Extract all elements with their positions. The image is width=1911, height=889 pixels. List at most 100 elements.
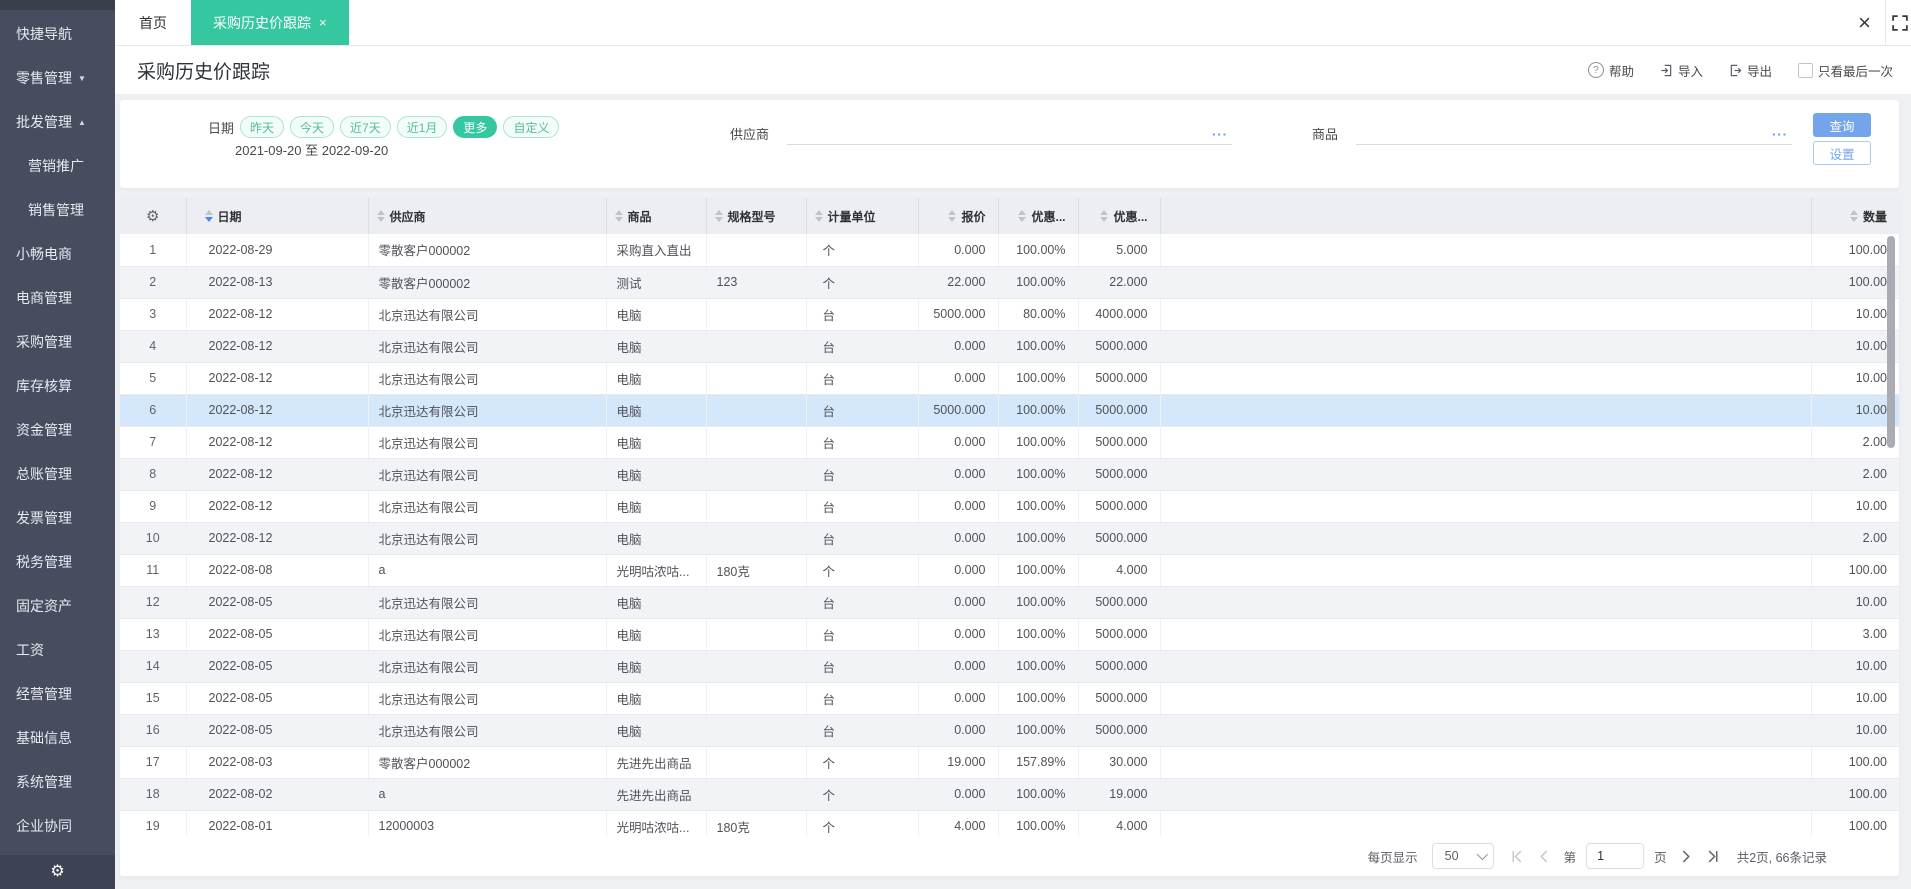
vertical-scrollbar[interactable] (1887, 236, 1895, 448)
first-page-button[interactable] (1508, 847, 1526, 865)
column-header-product[interactable]: 商品 (628, 208, 652, 225)
sidebar-item-7[interactable]: 电商管理 (0, 276, 115, 320)
column-header-spec[interactable]: 规格型号 (728, 208, 776, 225)
table-row[interactable]: 2 2022-08-13 零散客户000002 测试 123 个 22.000 100.00%… (120, 266, 1899, 299)
table-row[interactable]: 4 2022-08-12 北京迅达有限公司 电脑 台 0.000 100.00% 5000.0… (120, 330, 1899, 363)
product-cell: 电脑 (606, 394, 707, 427)
tab-home[interactable]: 首页 (115, 0, 191, 45)
price-cell: 0.000 (918, 490, 999, 523)
date-quick-1month[interactable]: 近1月 (396, 116, 448, 138)
date-cell: 2022-08-02 (186, 778, 369, 811)
price-cell: 0.000 (918, 618, 999, 651)
product-cell: 电脑 (606, 298, 707, 331)
table-row[interactable]: 16 2022-08-05 北京迅达有限公司 电脑 台 0.000 100.00% 5000.… (120, 714, 1899, 747)
table-row[interactable]: 5 2022-08-12 北京迅达有限公司 电脑 台 0.000 100.00% 5000.0… (120, 362, 1899, 395)
sidebar-item-6[interactable]: 小畅电商 (0, 232, 115, 276)
sidebar-item-2[interactable]: 零售管理 ▼ (0, 56, 115, 100)
sidebar-item-10[interactable]: 资金管理 (0, 408, 115, 452)
discount-price-cell: 5000.000 (1078, 618, 1161, 651)
product-picker-icon[interactable]: ··· (1772, 128, 1792, 144)
sort-icon[interactable] (948, 210, 957, 222)
sidebar-item-17[interactable]: 基础信息 (0, 716, 115, 760)
sort-icon[interactable] (614, 210, 623, 222)
table-row[interactable]: 6 2022-08-12 北京迅达有限公司 电脑台 5000.000 100.00% 500… (120, 394, 1899, 427)
sort-icon[interactable] (376, 210, 385, 222)
sort-icon[interactable] (714, 210, 723, 222)
date-quick-yesterday[interactable]: 昨天 (240, 116, 285, 138)
tab-close-icon[interactable]: × (319, 15, 327, 30)
sidebar-item-12[interactable]: 发票管理 (0, 496, 115, 540)
sidebar-item-5[interactable]: 销售管理 (0, 188, 115, 232)
only-last-checkbox[interactable] (1797, 62, 1813, 78)
column-header-date[interactable]: 日期 (218, 208, 242, 225)
column-header-price[interactable]: 报价 (961, 208, 985, 225)
tab-purchase-history[interactable]: 采购历史价跟踪 × (191, 0, 349, 45)
sidebar-item-1[interactable]: 快捷导航 (0, 12, 115, 56)
product-input[interactable]: ··· (1356, 122, 1793, 145)
column-header-qty[interactable]: 数量 (1863, 208, 1887, 225)
sidebar-item-9[interactable]: 库存核算 (0, 364, 115, 408)
sort-icon[interactable] (1018, 210, 1027, 222)
page-number-input[interactable] (1586, 843, 1645, 869)
table-row[interactable]: 7 2022-08-12 北京迅达有限公司 电脑 台 0.000 100.00% 5000.0… (120, 426, 1899, 459)
table-row[interactable]: 12 2022-08-05 北京迅达有限公司 电脑 台 0.000 100.00% 5000.… (120, 586, 1899, 619)
prev-page-button[interactable] (1536, 847, 1554, 865)
tab-bar: 首页 采购历史价跟踪 × × (115, 0, 1911, 46)
column-header-supplier[interactable]: 供应商 (390, 208, 426, 225)
sidebar-item-13[interactable]: 税务管理 (0, 540, 115, 584)
tabbar-right-tools: × (1844, 0, 1911, 45)
date-quick-today[interactable]: 今天 (290, 116, 335, 138)
query-button[interactable]: 查询 (1813, 113, 1871, 137)
settings-button[interactable]: 设置 (1813, 141, 1871, 165)
date-range-value[interactable]: 2021-09-20 至 2022-09-20 (235, 140, 388, 159)
sort-icon[interactable] (814, 210, 823, 222)
next-page-button[interactable] (1677, 847, 1695, 865)
table-row[interactable]: 8 2022-08-12 北京迅达有限公司 电脑 台 0.000 100.00% 5000.0… (120, 458, 1899, 491)
sidebar-item-15[interactable]: 工资 (0, 628, 115, 672)
table-row[interactable]: 10 2022-08-12 北京迅达有限公司 电脑 台 0.000 100.00% 5000.… (120, 522, 1899, 555)
row-number-cell: 7 (120, 426, 187, 459)
unit-cell: 个 (806, 266, 919, 299)
export-button[interactable]: 导出 (1729, 61, 1772, 80)
table-row[interactable]: 18 2022-08-02 a 先进先出商品 个 0.000 100.00% 19.000 10… (120, 778, 1899, 811)
fullscreen-icon[interactable] (1886, 14, 1911, 31)
table-row[interactable]: 9 2022-08-12 北京迅达有限公司 电脑 台 0.000 100.00% 5000.0… (120, 490, 1899, 523)
only-last-toggle[interactable]: 只看最后一次 (1797, 61, 1893, 80)
date-cell: 2022-08-29 (186, 234, 369, 267)
table-row[interactable]: 17 2022-08-03 零散客户000002 先进先出商品 个 19.000 157.8… (120, 746, 1899, 779)
sidebar-item-3[interactable]: 批发管理 ▲ (0, 100, 115, 144)
date-custom-button[interactable]: 自定义 (503, 116, 560, 138)
table-row[interactable]: 11 2022-08-08 a 光明咕浓咕... 180克个 0.000 100.00% 4.… (120, 554, 1899, 587)
date-more-button[interactable]: 更多 (453, 116, 498, 138)
table-row[interactable]: 15 2022-08-05 北京迅达有限公司 电脑 台 0.000 100.00% 5000.… (120, 682, 1899, 715)
supplier-input[interactable]: ··· (787, 122, 1233, 145)
close-icon[interactable]: × (1844, 11, 1885, 34)
sidebar-item-14[interactable]: 固定资产 (0, 584, 115, 628)
table-row[interactable]: 1 2022-08-29 零散客户000002 采购直入直出 个 0.000 100.00%… (120, 234, 1899, 267)
sort-icon[interactable] (1849, 210, 1858, 222)
sort-icon[interactable] (204, 210, 213, 222)
column-header-unit[interactable]: 计量单位 (828, 208, 876, 225)
sidebar-item-8[interactable]: 采购管理 (0, 320, 115, 364)
table-row[interactable]: 3 2022-08-12 北京迅达有限公司 电脑 台 5000.000 80.00% 4000… (120, 298, 1899, 331)
sidebar-item-19[interactable]: 企业协同 (0, 804, 115, 848)
sidebar-item-16[interactable]: 经营管理 (0, 672, 115, 716)
product-cell: 先进先出商品 (606, 746, 707, 779)
sidebar-item-18[interactable]: 系统管理 (0, 760, 115, 804)
column-settings-icon[interactable]: ⚙ (146, 207, 159, 225)
date-quick-7days[interactable]: 近7天 (340, 116, 391, 138)
column-header-discount-price[interactable]: 优惠... (1113, 208, 1147, 225)
table-row[interactable]: 14 2022-08-05 北京迅达有限公司 电脑 台 0.000 100.00% 5000.… (120, 650, 1899, 683)
filler-cell (1160, 746, 1812, 779)
sidebar-item-11[interactable]: 总账管理 (0, 452, 115, 496)
per-page-select[interactable]: 50 (1431, 843, 1494, 869)
last-page-button[interactable] (1705, 847, 1723, 865)
gear-icon[interactable]: ⚙ (50, 864, 64, 880)
table-row[interactable]: 13 2022-08-05 北京迅达有限公司 电脑 台 0.000 100.00% 5000.… (120, 618, 1899, 651)
column-header-discount-rate[interactable]: 优惠... (1031, 208, 1065, 225)
sort-icon[interactable] (1100, 210, 1109, 222)
help-button[interactable]: ? 帮助 (1587, 61, 1634, 80)
sidebar-item-4[interactable]: 营销推广 (0, 144, 115, 188)
import-button[interactable]: 导入 (1660, 61, 1703, 80)
supplier-picker-icon[interactable]: ··· (1212, 128, 1232, 144)
